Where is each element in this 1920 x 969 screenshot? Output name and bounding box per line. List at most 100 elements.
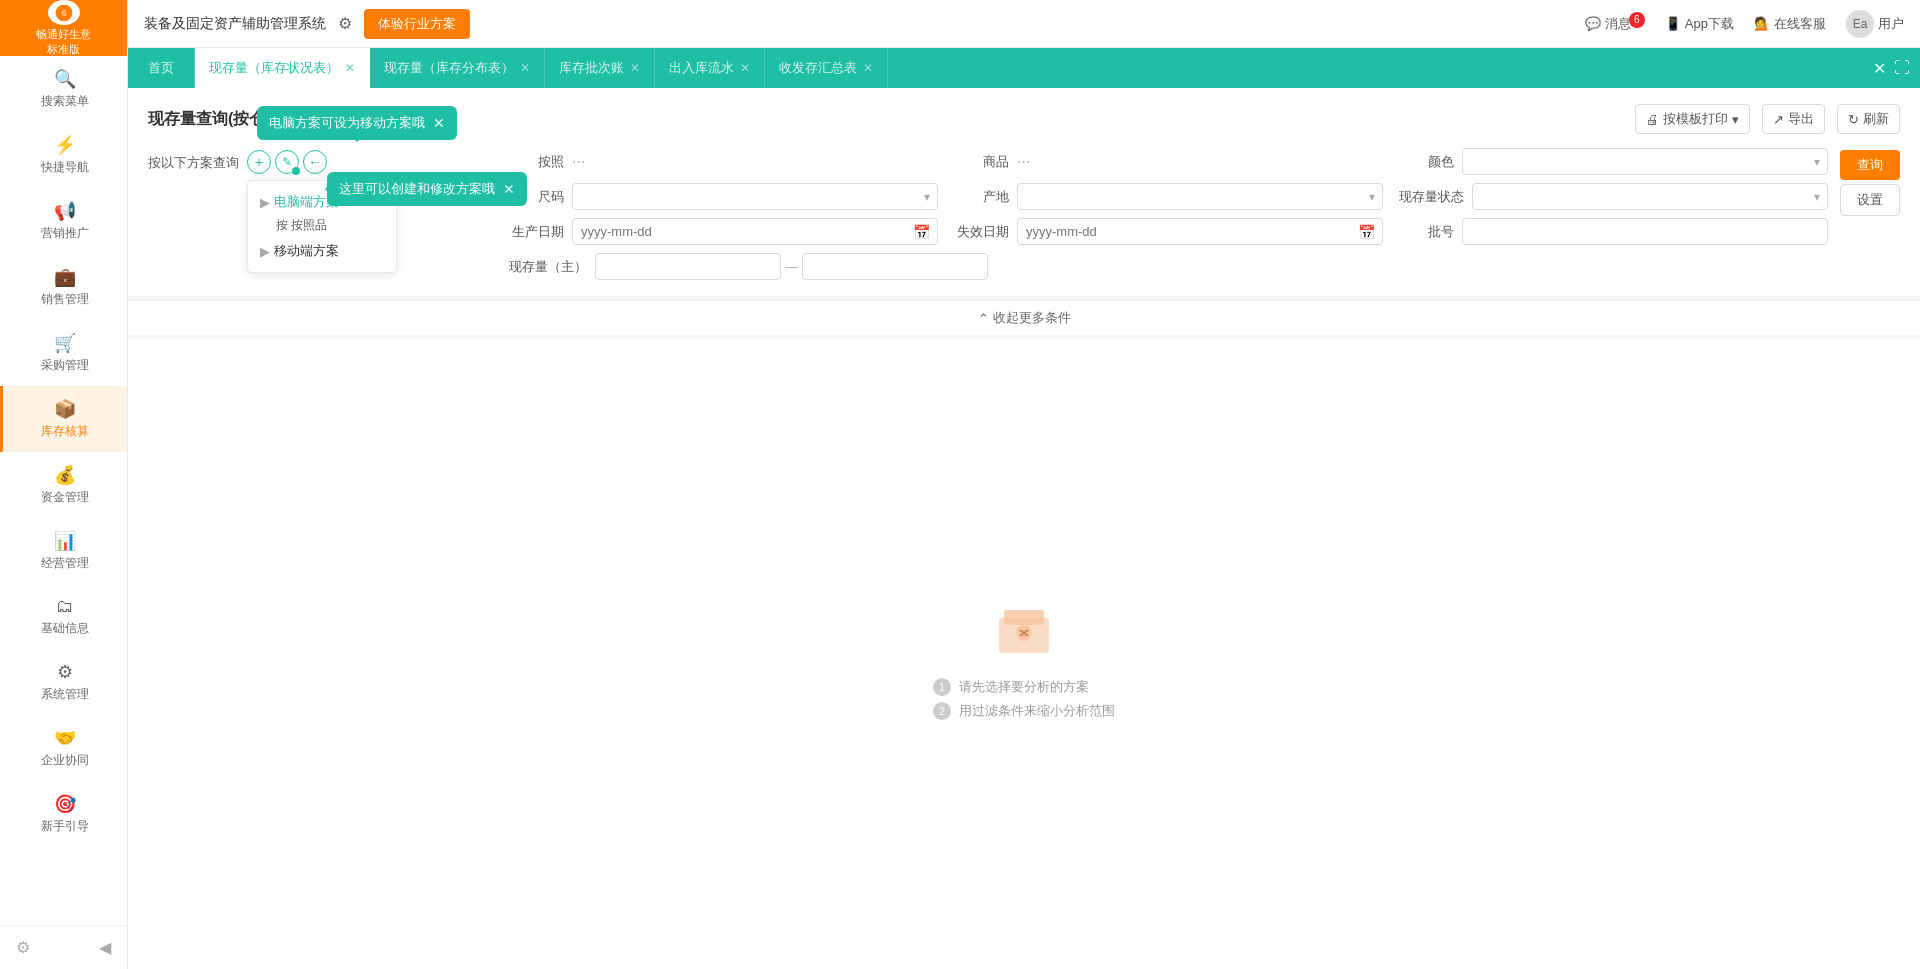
sidebar-item-purchase[interactable]: 🛒 采购管理 <box>0 320 127 386</box>
collapse-sidebar-icon[interactable]: ◀ <box>99 938 111 957</box>
tab-maximize-icon[interactable]: ⛶ <box>1894 59 1910 77</box>
print-icon: 🖨 <box>1646 112 1659 127</box>
sidebar-item-sales[interactable]: 💼 销售管理 <box>0 254 127 320</box>
filter-goods: 商品 ··· <box>954 153 1383 171</box>
tab-inventory-dist-close[interactable]: ✕ <box>520 61 530 75</box>
filter-row-2: 尺码 产地 现存量状态 <box>509 183 1828 210</box>
sidebar-item-finance[interactable]: 💰 资金管理 <box>0 452 127 518</box>
goods-dots[interactable]: ··· <box>1017 153 1030 171</box>
tab-batch-ledger-close[interactable]: ✕ <box>630 61 640 75</box>
tab-inventory-dist-label: 现存量（库存分布表） <box>384 59 514 77</box>
filter-expire-date: 失效日期 📅 <box>954 218 1383 245</box>
industry-solution-button[interactable]: 体验行业方案 <box>364 9 470 39</box>
expire-date-input[interactable] <box>1017 218 1383 245</box>
notification-item[interactable]: 💬 消息 6 <box>1585 15 1645 33</box>
tab-receive-summary-close[interactable]: ✕ <box>863 61 873 75</box>
filter-row-4: 现存量（主） — <box>509 253 1828 280</box>
filter-warehouse: 按照 ··· <box>509 153 938 171</box>
sidebar-bottom: ⚙ ◀ <box>0 925 127 969</box>
tab-batch-ledger[interactable]: 库存批次账 ✕ <box>545 48 655 88</box>
add-scheme-button[interactable]: + <box>247 150 271 174</box>
filter-origin: 产地 <box>954 183 1383 210</box>
edit-scheme-button[interactable]: ✎ <box>275 150 299 174</box>
warehouse-dots[interactable]: ··· <box>572 153 585 171</box>
scheme-item-mobile[interactable]: ▶ 移动端方案 <box>260 238 384 264</box>
search-icon: 🔍 <box>54 68 76 90</box>
notification-icon: 💬 <box>1585 16 1601 31</box>
tab-inventory-dist[interactable]: 现存量（库存分布表） ✕ <box>370 48 545 88</box>
user-item[interactable]: Ea 用户 <box>1846 10 1904 38</box>
tab-in-out-flow-close[interactable]: ✕ <box>740 61 750 75</box>
prod-date-cal-icon[interactable]: 📅 <box>913 224 930 240</box>
range-separator: — <box>785 259 798 274</box>
collapse-row[interactable]: ⌃ 收起更多条件 <box>128 300 1920 335</box>
header: 装备及固定资产辅助管理系统 ⚙ 体验行业方案 💬 消息 6 📱 App下载 💁 … <box>128 0 1920 48</box>
tooltip1-close[interactable]: ✕ <box>433 115 445 131</box>
print-button[interactable]: 🖨 按模板打印 ▾ <box>1635 104 1750 134</box>
sidebar-item-inventory[interactable]: 📦 库存核算 <box>0 386 127 452</box>
back-scheme-button[interactable]: ← <box>303 150 327 174</box>
empty-illustration <box>984 588 1064 668</box>
size-select-wrapper <box>572 183 938 210</box>
expire-date-cal-icon[interactable]: 📅 <box>1358 224 1375 240</box>
tab-in-out-flow-label: 出入库流水 <box>669 59 734 77</box>
size-select[interactable] <box>572 183 938 210</box>
prod-date-label: 生产日期 <box>509 223 564 241</box>
sidebar-item-guide[interactable]: 🎯 新手引导 <box>0 781 127 847</box>
tooltip2-close[interactable]: ✕ <box>503 181 515 197</box>
sidebar-item-marketing[interactable]: 📢 营销推广 <box>0 188 127 254</box>
tooltip-scheme-mobile: 电脑方案可设为移动方案哦 ✕ <box>257 106 457 140</box>
origin-select[interactable] <box>1017 183 1383 210</box>
stock-status-label: 现存量状态 <box>1399 188 1464 206</box>
scheme-area: + ✎ ← 电脑方案可设为移动方案哦 ✕ 这里可以创建和修改方案哦 ✕ <box>247 150 327 174</box>
support-icon: 💁 <box>1754 16 1770 31</box>
sidebar-item-basic[interactable]: 🗂 基础信息 <box>0 584 127 649</box>
tab-inventory-status-close[interactable]: ✕ <box>345 61 355 75</box>
color-select[interactable] <box>1462 148 1828 175</box>
stock-min-input[interactable] <box>595 253 781 280</box>
settings-icon[interactable]: ⚙ <box>16 938 30 957</box>
tab-close-all-icon[interactable]: ✕ <box>1873 59 1886 78</box>
sidebar-item-operation[interactable]: 📊 经营管理 <box>0 518 127 584</box>
color-label: 颜色 <box>1399 153 1454 171</box>
tab-inventory-status[interactable]: 现存量（库存状况表） ✕ <box>195 48 370 88</box>
batch-label: 批号 <box>1399 223 1454 241</box>
prod-date-input[interactable] <box>572 218 938 245</box>
sidebar-item-enterprise[interactable]: 🤝 企业协同 <box>0 715 127 781</box>
filter-form: 按照 ··· 商品 ··· 颜色 <box>509 148 1828 280</box>
online-support-item[interactable]: 💁 在线客服 <box>1754 15 1826 33</box>
finance-icon: 💰 <box>54 464 76 486</box>
tooltip1-text: 电脑方案可设为移动方案哦 <box>269 114 425 132</box>
header-left: 装备及固定资产辅助管理系统 ⚙ 体验行业方案 <box>144 9 470 39</box>
batch-input[interactable] <box>1462 218 1828 245</box>
sidebar-logo: 6 畅通好生意 标准版 <box>0 0 127 56</box>
tooltip-scheme-create: 这里可以创建和修改方案哦 ✕ <box>327 172 527 206</box>
refresh-icon: ↻ <box>1848 112 1859 127</box>
reset-button[interactable]: 设置 <box>1840 184 1900 216</box>
export-button[interactable]: ↗ 导出 <box>1762 104 1825 134</box>
search-button[interactable]: 查询 <box>1840 150 1900 180</box>
tab-home-label: 首页 <box>148 59 174 77</box>
refresh-button[interactable]: ↻ 刷新 <box>1837 104 1900 134</box>
tip-num-2: 2 <box>933 702 951 720</box>
system-icon: ⚙ <box>57 661 73 683</box>
sidebar-item-search[interactable]: 🔍 搜索菜单 <box>0 56 127 122</box>
settings-gear-icon[interactable]: ⚙ <box>338 14 352 33</box>
stock-max-input[interactable] <box>802 253 988 280</box>
tab-in-out-flow[interactable]: 出入库流水 ✕ <box>655 48 765 88</box>
filter-size: 尺码 <box>509 183 938 210</box>
filter-prod-date: 生产日期 📅 <box>509 218 938 245</box>
tab-receive-summary[interactable]: 收发存汇总表 ✕ <box>765 48 888 88</box>
filter-batch: 批号 <box>1399 218 1828 245</box>
scheme-sub-item[interactable]: 按 按照品 <box>260 215 384 236</box>
stock-status-select[interactable] <box>1472 183 1828 210</box>
expire-date-label: 失效日期 <box>954 223 1009 241</box>
system-title: 装备及固定资产辅助管理系统 <box>144 15 326 33</box>
sidebar-item-system[interactable]: ⚙ 系统管理 <box>0 649 127 715</box>
operation-icon: 📊 <box>54 530 76 552</box>
filter-row-3: 生产日期 📅 失效日期 📅 <box>509 218 1828 245</box>
app-download-item[interactable]: 📱 App下载 <box>1665 15 1734 33</box>
empty-tip-2: 2 用过滤条件来缩小分析范围 <box>933 702 1115 720</box>
tab-home[interactable]: 首页 <box>128 48 195 88</box>
sidebar-item-quick[interactable]: ⚡ 快捷导航 <box>0 122 127 188</box>
